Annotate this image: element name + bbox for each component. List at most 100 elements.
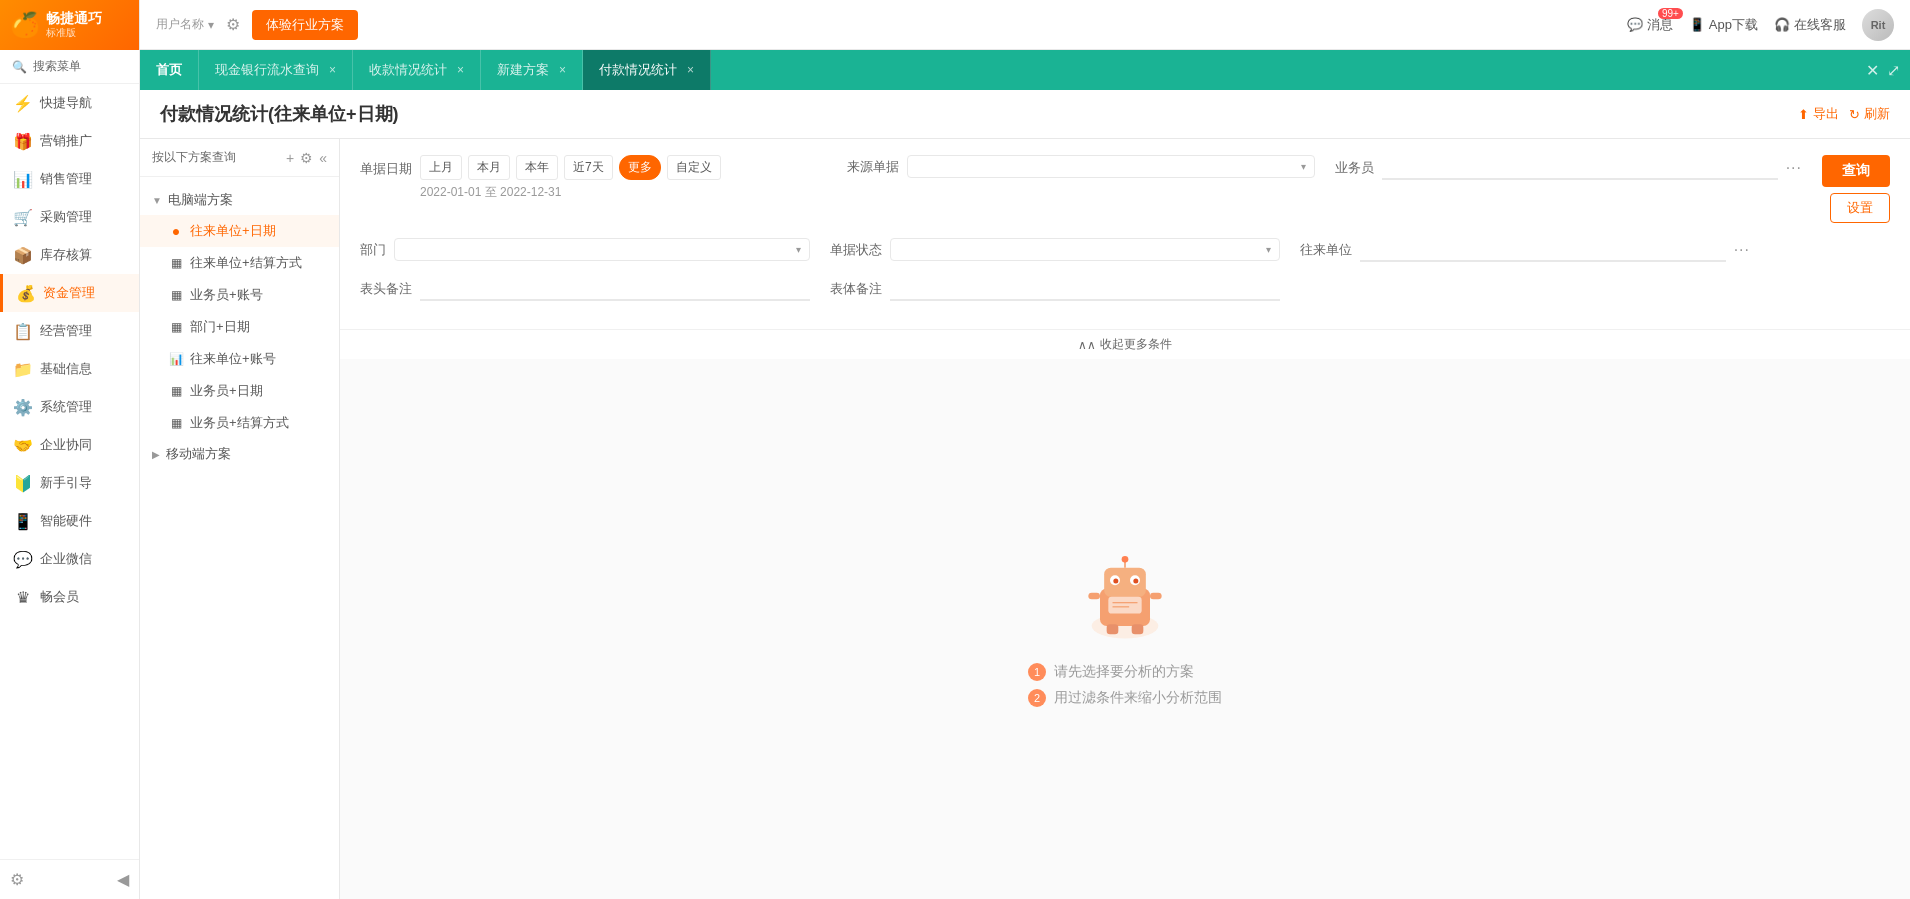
sidebar-item-quick-nav[interactable]: ⚡ 快捷导航	[0, 84, 139, 122]
sidebar-item-hardware[interactable]: 📱 智能硬件	[0, 502, 139, 540]
app-download-link[interactable]: 📱 App下载	[1689, 16, 1758, 34]
tab-payment-close[interactable]: ×	[687, 63, 694, 77]
header-settings-icon[interactable]: ⚙	[226, 15, 240, 34]
scheme-group-desktop: ▼ 电脑端方案 ● 往来单位+日期 ▦ 往来单位+结算方式	[140, 185, 339, 439]
body-remark-label: 表体备注	[830, 280, 882, 298]
search-icon: 🔍	[12, 60, 27, 74]
filter-header-remark-col: 表头备注	[360, 276, 810, 301]
filter-settings-btn[interactable]: 设置	[1830, 193, 1890, 223]
messages-badge[interactable]: 💬 消息 99+	[1627, 16, 1673, 34]
scheme-group-mobile-header[interactable]: ▶ 移动端方案	[140, 439, 339, 469]
inventory-icon: 📦	[14, 246, 32, 264]
export-btn[interactable]: ⬆ 导出	[1798, 105, 1839, 123]
source-select[interactable]: ▾	[907, 155, 1314, 178]
sidebar-collapse-btn[interactable]: ◀	[117, 870, 129, 889]
this-month-btn[interactable]: 本月	[468, 155, 510, 180]
sidebar-item-guide[interactable]: 🔰 新手引导	[0, 464, 139, 502]
online-service-label: 在线客服	[1794, 16, 1846, 34]
scheme-item-partner-date[interactable]: ● 往来单位+日期	[140, 215, 339, 247]
partner-input[interactable]	[1360, 237, 1726, 261]
sidebar-item-management[interactable]: 📋 经营管理	[0, 312, 139, 350]
scheme-panel: 按以下方案查询 + ⚙ « ▼ 电脑端方案	[140, 139, 340, 899]
scheme-settings-btn[interactable]: ⚙	[300, 150, 313, 166]
top-header: 用户名称 ▾ ⚙ 体验行业方案 💬 消息 99+ 📱 App下载 🎧	[140, 0, 1910, 50]
header-remark-input[interactable]	[420, 276, 810, 300]
tab-bank-close[interactable]: ×	[329, 63, 336, 77]
partner-dots[interactable]: ···	[1734, 241, 1750, 259]
sidebar-item-capital[interactable]: 💰 资金管理	[0, 274, 139, 312]
scheme-item-partner-settlement-label: 往来单位+结算方式	[190, 254, 302, 272]
enterprise-label: 企业协同	[40, 436, 92, 454]
scheme-panel-title-text: 按以下方案查询	[152, 149, 236, 166]
sidebar-item-marketing[interactable]: 🎁 营销推广	[0, 122, 139, 160]
tab-payment[interactable]: 付款情况统计 ×	[583, 50, 711, 90]
sidebar-item-wechat[interactable]: 💬 企业微信	[0, 540, 139, 578]
scheme-item-partner-account-icon: 📊	[168, 351, 184, 367]
sidebar-item-sales[interactable]: 📊 销售管理	[0, 160, 139, 198]
last-7-days-btn[interactable]: 近7天	[564, 155, 613, 180]
scheme-item-partner-settlement[interactable]: ▦ 往来单位+结算方式	[140, 247, 339, 279]
dept-select[interactable]: ▾	[394, 238, 810, 261]
last-month-btn[interactable]: 上月	[420, 155, 462, 180]
salesperson-input[interactable]	[1382, 155, 1778, 179]
salesperson-dots[interactable]: ···	[1786, 159, 1802, 177]
sidebar-item-vip[interactable]: ♛ 畅会员	[0, 578, 139, 616]
scheme-item-staff-settlement[interactable]: ▦ 业务员+结算方式	[140, 407, 339, 439]
desktop-group-label: 电脑端方案	[168, 191, 233, 209]
scheme-add-btn[interactable]: +	[286, 150, 294, 166]
sidebar-item-inventory[interactable]: 📦 库存核算	[0, 236, 139, 274]
sidebar-item-purchase[interactable]: 🛒 采购管理	[0, 198, 139, 236]
svg-point-5	[1113, 579, 1118, 584]
scheme-group-desktop-header[interactable]: ▼ 电脑端方案	[140, 185, 339, 215]
tab-collection[interactable]: 收款情况统计 ×	[353, 50, 481, 90]
scheme-item-staff-date-label: 业务员+日期	[190, 382, 263, 400]
sales-label: 销售管理	[40, 170, 92, 188]
body-remark-input[interactable]	[890, 276, 1280, 300]
scheme-item-partner-account[interactable]: 📊 往来单位+账号	[140, 343, 339, 375]
online-service-link[interactable]: 🎧 在线客服	[1774, 16, 1846, 34]
tab-bank[interactable]: 现金银行流水查询 ×	[199, 50, 353, 90]
tab-home[interactable]: 首页	[140, 50, 199, 90]
tab-collection-close[interactable]: ×	[457, 63, 464, 77]
date-buttons: 上月 本月 本年 近7天 更多 自定义	[420, 155, 721, 180]
tab-collection-label: 收款情况统计	[369, 61, 447, 79]
scheme-item-partner-settlement-icon: ▦	[168, 255, 184, 271]
scheme-item-dept-date[interactable]: ▦ 部门+日期	[140, 311, 339, 343]
marketing-label: 营销推广	[40, 132, 92, 150]
this-year-btn[interactable]: 本年	[516, 155, 558, 180]
status-select[interactable]: ▾	[890, 238, 1280, 261]
scheme-item-staff-settlement-icon: ▦	[168, 415, 184, 431]
user-avatar[interactable]: Rit	[1862, 9, 1894, 41]
tab-new-scheme-close[interactable]: ×	[559, 63, 566, 77]
scheme-item-staff-date[interactable]: ▦ 业务员+日期	[140, 375, 339, 407]
refresh-icon: ↻	[1849, 107, 1860, 122]
tab-close-all-btn[interactable]: ✕	[1866, 61, 1879, 80]
search-menu[interactable]: 🔍 搜索菜单	[0, 50, 139, 84]
sidebar-item-basic[interactable]: 📁 基础信息	[0, 350, 139, 388]
partner-input-wrapper	[1360, 237, 1726, 262]
scheme-item-dept-date-icon: ▦	[168, 319, 184, 335]
trial-btn[interactable]: 体验行业方案	[252, 10, 358, 40]
app-name: 畅捷通巧	[46, 10, 102, 27]
page-actions: ⬆ 导出 ↻ 刷新	[1798, 105, 1890, 123]
quick-nav-label: 快捷导航	[40, 94, 92, 112]
collapse-more-btn[interactable]: ∧∧ 收起更多条件	[340, 329, 1910, 359]
custom-btn[interactable]: 自定义	[667, 155, 721, 180]
message-icon: 💬	[1627, 17, 1643, 32]
phone-icon: 📱	[1689, 17, 1705, 32]
status-select-arrow: ▾	[1266, 244, 1271, 255]
query-btn[interactable]: 查询	[1822, 155, 1890, 187]
filter-partner-col: 往来单位 ···	[1300, 237, 1750, 262]
content-body: 按以下方案查询 + ⚙ « ▼ 电脑端方案	[140, 139, 1910, 899]
sidebar-item-system[interactable]: ⚙️ 系统管理	[0, 388, 139, 426]
tab-new-scheme[interactable]: 新建方案 ×	[481, 50, 583, 90]
refresh-btn[interactable]: ↻ 刷新	[1849, 105, 1890, 123]
sidebar-settings-btn[interactable]: ⚙	[10, 870, 24, 889]
scheme-item-staff-account[interactable]: ▦ 业务员+账号	[140, 279, 339, 311]
filter-row-3: 表头备注 表体备注	[360, 276, 1890, 301]
scheme-panel-header: 按以下方案查询 + ⚙ «	[140, 139, 339, 177]
sidebar-item-enterprise[interactable]: 🤝 企业协同	[0, 426, 139, 464]
tab-maximize-btn[interactable]: ⤢	[1887, 61, 1900, 80]
scheme-panel-collapse-btn[interactable]: «	[319, 150, 327, 166]
more-btn[interactable]: 更多	[619, 155, 661, 180]
